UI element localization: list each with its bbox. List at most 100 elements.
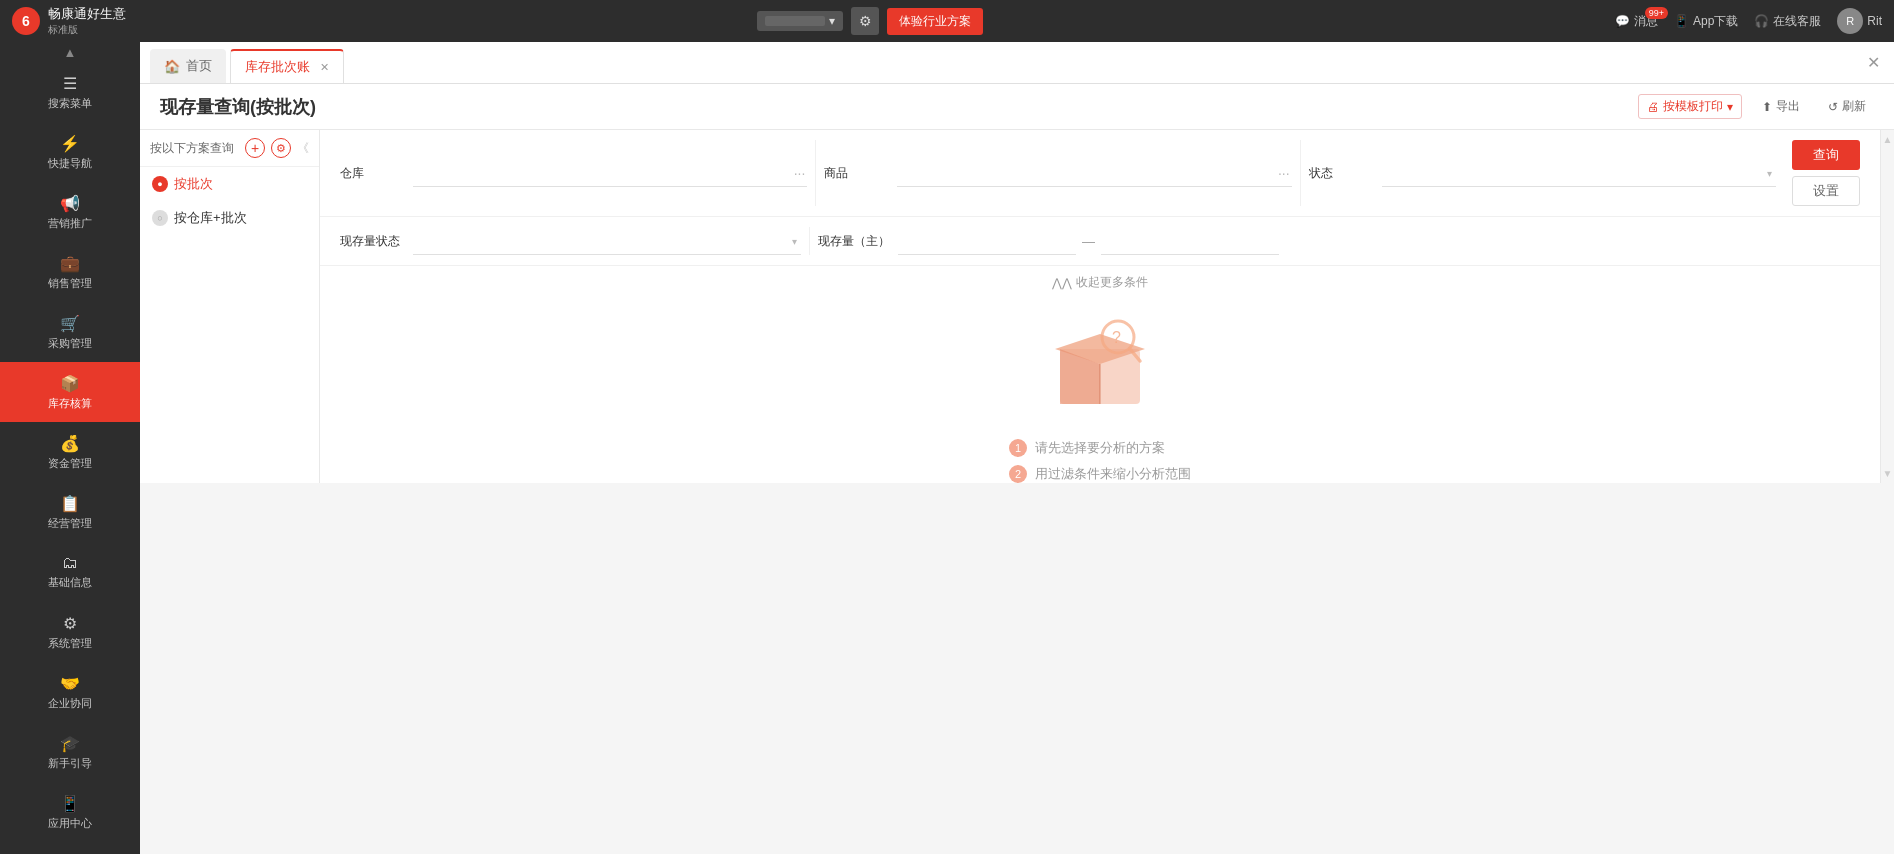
tab-inventory-batch[interactable]: 库存批次账 ✕ — [230, 49, 344, 83]
flash-icon: ⚡ — [60, 134, 80, 153]
sidebar-item-label: 快捷导航 — [48, 156, 92, 170]
scheme-settings-btn[interactable]: ⚙ — [271, 138, 291, 158]
filter-stock-qty: 现存量（主） — — [810, 223, 1287, 259]
sidebar-item-operations[interactable]: 📋 经营管理 — [0, 482, 140, 542]
header-left: 6 畅康通好生意 标准版 — [12, 6, 126, 36]
scheme-item-batch[interactable]: ● 按批次 — [140, 167, 319, 201]
scheme-header-label: 按以下方案查询 — [150, 140, 234, 157]
export-btn[interactable]: ⬆ 导出 — [1754, 94, 1808, 119]
experience-btn[interactable]: 体验行业方案 — [887, 8, 983, 35]
product-dots[interactable]: ··· — [1278, 165, 1290, 181]
sidebar-item-label: 资金管理 — [48, 456, 92, 470]
tab-close-btn[interactable]: ✕ — [320, 61, 329, 74]
sidebar-item-marketing[interactable]: 📢 营销推广 — [0, 182, 140, 242]
status-label: 状态 — [1309, 165, 1374, 182]
status-select[interactable] — [1382, 159, 1776, 187]
filter-collapse-btn[interactable]: ⋀⋀ 收起更多条件 — [320, 266, 1880, 299]
scheme-add-btn[interactable]: + — [245, 138, 265, 158]
sidebar-item-label: 经营管理 — [48, 516, 92, 530]
scheme-panel-collapse-btn[interactable]: 《 — [297, 140, 309, 157]
message-action[interactable]: 💬 消息 99+ — [1615, 13, 1658, 30]
brand-info: 畅康通好生意 标准版 — [48, 6, 126, 36]
sidebar-item-label: 销售管理 — [48, 276, 92, 290]
appcenter-icon: 📱 — [60, 794, 80, 813]
sidebar-item-newguide[interactable]: 🎓 新手引导 — [0, 722, 140, 782]
brand-edition: 标准版 — [48, 23, 126, 36]
filter-warehouse: 仓库 ··· — [332, 136, 815, 210]
filter-status: 状态 ▾ — [1301, 136, 1784, 210]
sidebar-scroll-up[interactable]: ▲ — [0, 42, 140, 62]
sidebar-item-finance[interactable]: 💰 资金管理 — [0, 422, 140, 482]
tab-bar-close-all[interactable]: ✕ — [1863, 49, 1884, 76]
main-layout: ▲ ☰ 搜索菜单 ⚡ 快捷导航 📢 营销推广 💼 销售管理 🛒 采购管理 📦 库… — [0, 42, 1894, 854]
template-print-btn[interactable]: 🖨 按模板打印 ▾ — [1638, 94, 1742, 119]
user-name: Rit — [1867, 14, 1882, 28]
sidebar-item-label: 采购管理 — [48, 336, 92, 350]
sidebar-item-label: 系统管理 — [48, 636, 92, 650]
query-btn[interactable]: 查询 — [1792, 140, 1860, 170]
tab-bar: 🏠 首页 库存批次账 ✕ ✕ — [140, 42, 1894, 84]
scroll-up-arrow[interactable]: ▲ — [1879, 130, 1894, 149]
sidebar-item-purchase[interactable]: 🛒 采购管理 — [0, 302, 140, 362]
query-buttons: 查询 设置 — [1784, 136, 1868, 210]
sidebar-item-wxwork[interactable]: 💬 企业微信 — [0, 842, 140, 854]
header-right: 💬 消息 99+ 📱 App下载 🎧 在线客服 R Rit — [1615, 8, 1882, 34]
sidebar-item-appcenter[interactable]: 📱 应用中心 — [0, 782, 140, 842]
app-download-action[interactable]: 📱 App下载 — [1674, 13, 1738, 30]
nav-dropdown[interactable]: ▾ — [757, 11, 843, 31]
scheme-actions: + ⚙ 《 — [245, 138, 309, 158]
marketing-icon: 📢 — [60, 194, 80, 213]
product-label: 商品 — [824, 165, 889, 182]
stock-status-select[interactable] — [413, 227, 801, 255]
header-settings-btn[interactable]: ⚙ — [851, 7, 879, 35]
sidebar-item-search[interactable]: ☰ 搜索菜单 — [0, 62, 140, 122]
stock-qty-range: — — [898, 227, 1279, 255]
scheme-header: 按以下方案查询 + ⚙ 《 — [140, 130, 319, 167]
online-service-action[interactable]: 🎧 在线客服 — [1754, 13, 1821, 30]
sidebar-item-label: 基础信息 — [48, 575, 92, 589]
inventory-icon: 📦 — [60, 374, 80, 393]
warehouse-input-wrap: ··· — [413, 159, 807, 187]
sidebar-item-label: 企业协同 — [48, 696, 92, 710]
user-area[interactable]: R Rit — [1837, 8, 1882, 34]
system-icon: ⚙ — [63, 614, 77, 633]
set-btn[interactable]: 设置 — [1792, 176, 1860, 206]
content-body: 按以下方案查询 + ⚙ 《 ● 按批次 ○ 按仓库+批次 — [140, 130, 1894, 483]
tab-home[interactable]: 🏠 首页 — [150, 49, 226, 83]
header-center: ▾ ⚙ 体验行业方案 — [757, 7, 983, 35]
content-area: 🏠 首页 库存批次账 ✕ ✕ 现存量查询(按批次) 🖨 按模板打印 — [140, 42, 1894, 854]
scheme-item-icon-wb: ○ — [152, 210, 168, 226]
tab-bar-tabs: 🏠 首页 库存批次账 ✕ — [150, 49, 344, 83]
sidebar-item-inventory[interactable]: 📦 库存核算 — [0, 362, 140, 422]
sidebar-item-system[interactable]: ⚙ 系统管理 — [0, 602, 140, 662]
scheme-item-icon-batch: ● — [152, 176, 168, 192]
stock-qty-min-input[interactable] — [898, 227, 1076, 255]
warehouse-input[interactable] — [413, 159, 807, 187]
hint-num-1: 1 — [1009, 439, 1027, 457]
sidebar-item-basic[interactable]: 🗂 基础信息 — [0, 542, 140, 602]
product-input[interactable] — [897, 159, 1291, 187]
sidebar-item-enterprise[interactable]: 🤝 企业协同 — [0, 662, 140, 722]
sidebar-item-quicknav[interactable]: ⚡ 快捷导航 — [0, 122, 140, 182]
brand-logo: 6 — [12, 7, 40, 35]
scheme-item-warehouse-batch[interactable]: ○ 按仓库+批次 — [140, 201, 319, 235]
sidebar-item-label: 搜索菜单 — [48, 96, 92, 110]
filter-product: 商品 ··· — [816, 136, 1299, 210]
template-print-dropdown[interactable]: ▾ — [1727, 100, 1733, 114]
data-area: ? 1 请先选择要分析的方案 2 用过滤条件来缩小分析范围 — [320, 299, 1880, 483]
svg-text:?: ? — [1112, 329, 1121, 346]
app-download-label: App下载 — [1693, 13, 1738, 30]
refresh-btn[interactable]: ↺ 刷新 — [1820, 94, 1874, 119]
scroll-down-arrow[interactable]: ▼ — [1879, 464, 1894, 483]
stock-qty-max-input[interactable] — [1101, 227, 1279, 255]
finance-icon: 💰 — [60, 434, 80, 453]
warehouse-dots[interactable]: ··· — [794, 165, 806, 181]
tab-inventory-batch-label: 库存批次账 — [245, 58, 310, 76]
message-icon: 💬 — [1615, 14, 1630, 28]
empty-icon-svg: ? — [1040, 299, 1160, 419]
online-service-label: 在线客服 — [1773, 13, 1821, 30]
empty-hint-2: 2 用过滤条件来缩小分析范围 — [1009, 465, 1191, 483]
empty-hints: 1 请先选择要分析的方案 2 用过滤条件来缩小分析范围 — [1009, 439, 1191, 483]
sidebar-item-sales[interactable]: 💼 销售管理 — [0, 242, 140, 302]
product-input-wrap: ··· — [897, 159, 1291, 187]
